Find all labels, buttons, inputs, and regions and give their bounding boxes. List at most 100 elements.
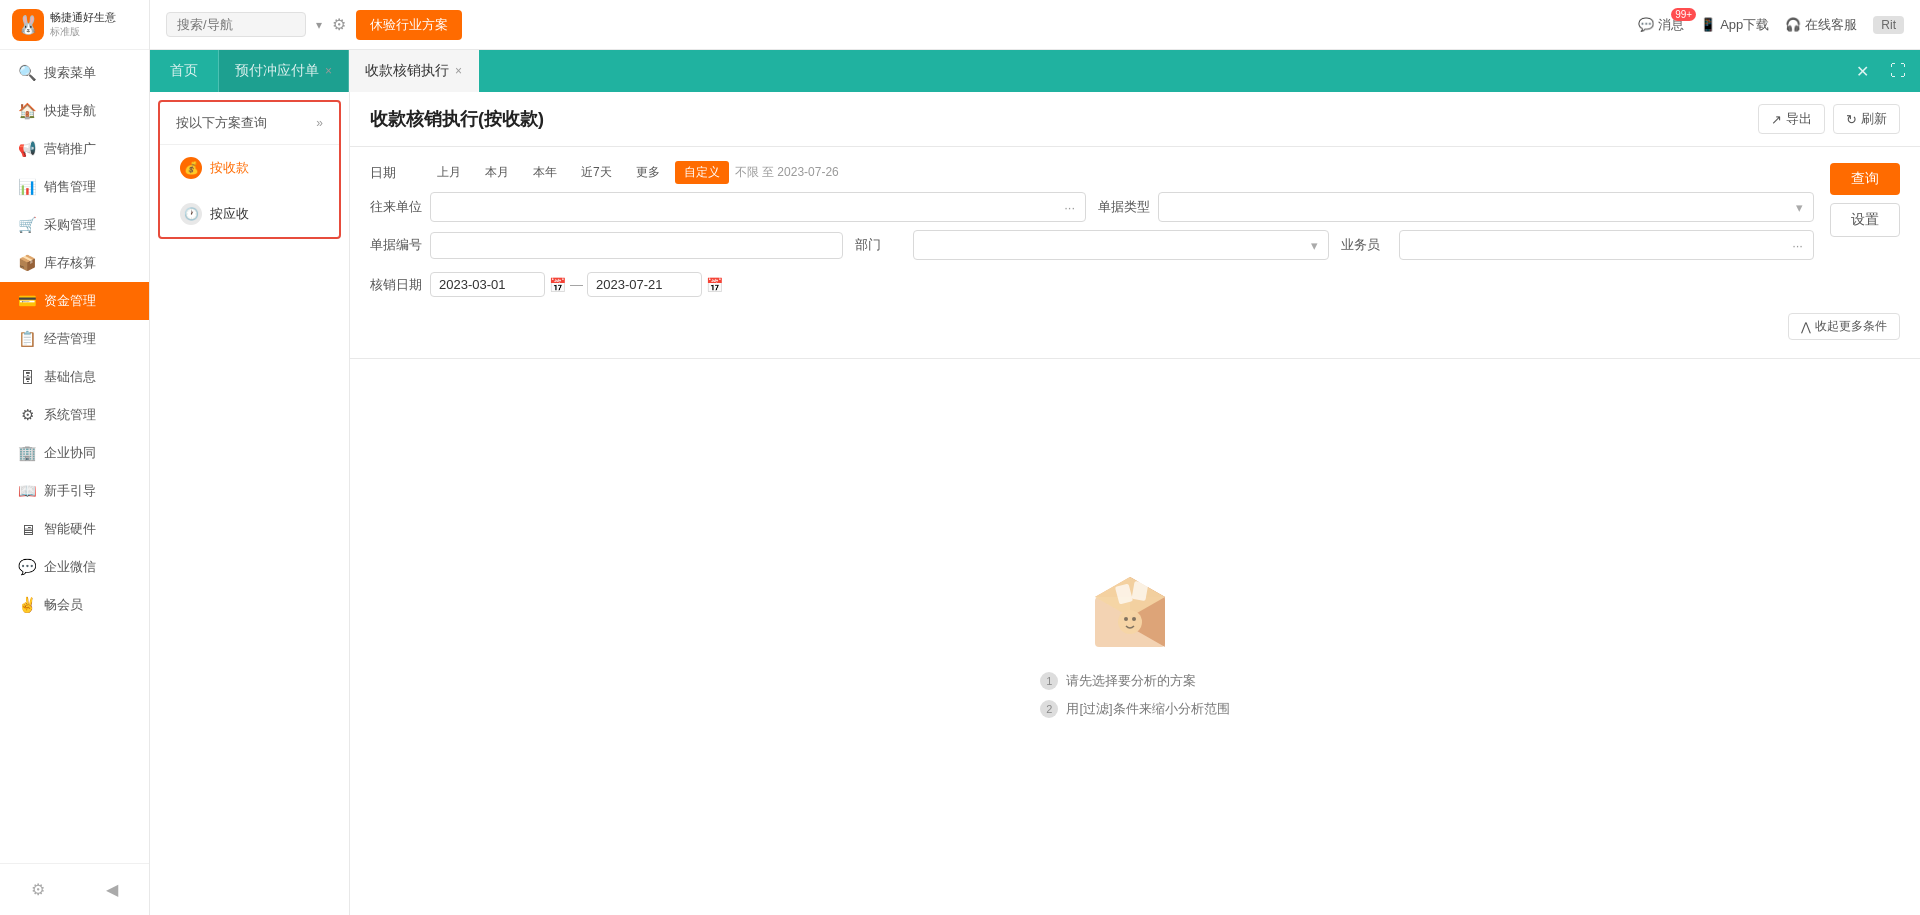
search-input[interactable] (166, 12, 306, 37)
sidebar-item-label: 快捷导航 (44, 102, 96, 120)
collapse-label: 收起更多条件 (1815, 318, 1887, 335)
filter-collapse-icon[interactable]: » (316, 116, 323, 130)
sidebar-item-finance[interactable]: 💳 资金管理 (0, 282, 149, 320)
sidebar-item-basic-info[interactable]: 🗄 基础信息 (0, 358, 149, 396)
sidebar-item-search[interactable]: 🔍 搜索菜单 (0, 54, 149, 92)
filter-panel: 按以下方案查询 » 💰 按收款 🕐 按应收 (158, 100, 341, 239)
verify-date-end-input[interactable] (587, 272, 702, 297)
sidebar-item-guide[interactable]: 📖 新手引导 (0, 472, 149, 510)
sidebar-item-vip[interactable]: ✌ 畅会员 (0, 586, 149, 624)
tab-receipt-close[interactable]: × (455, 64, 462, 78)
tab-home[interactable]: 首页 (150, 50, 219, 92)
sidebar-item-system[interactable]: ⚙ 系统管理 (0, 396, 149, 434)
app-name: 畅捷通好生意 (50, 10, 116, 24)
sidebar-item-label: 库存核算 (44, 254, 96, 272)
tabbar-actions: ✕ ⛶ (1848, 57, 1912, 85)
svg-point-4 (1118, 610, 1142, 634)
export-icon: ↗ (1771, 112, 1782, 127)
refresh-button[interactable]: ↻ 刷新 (1833, 104, 1900, 134)
dept-label: 部门 (855, 236, 905, 254)
svg-point-6 (1132, 617, 1136, 621)
empty-state: 1 请先选择要分析的方案 2 用[过滤]条件来缩小分析范围 (350, 359, 1920, 915)
date-buttons-group: 上月 本月 本年 近7天 更多 自定义 不限 至 2023-07-26 (428, 161, 839, 184)
date-btn-last-month[interactable]: 上月 (428, 161, 470, 184)
topbar-right: 💬 消息 99+ 📱 App下载 🎧 在线客服 Rit (1638, 16, 1904, 34)
sidebar-item-purchase[interactable]: 🛒 采购管理 (0, 206, 149, 244)
doc-no-field: 单据编号 (370, 232, 843, 259)
collapse-conditions-btn[interactable]: ⋀ 收起更多条件 (1788, 313, 1900, 340)
basic-info-icon: 🗄 (18, 369, 36, 386)
finance-icon: 💳 (18, 292, 36, 310)
tabbar: 首页 预付冲应付单 × 收款核销执行 × ✕ ⛶ (150, 50, 1920, 92)
gear-icon[interactable]: ⚙ (332, 15, 346, 34)
filter-option-label: 按应收 (210, 205, 249, 223)
close-tab-btn[interactable]: ✕ (1848, 57, 1876, 85)
sidebar-item-label: 搜索菜单 (44, 64, 96, 82)
tab-receipt-verify[interactable]: 收款核销执行 × (349, 50, 479, 92)
solution-button[interactable]: 休验行业方案 (356, 10, 462, 40)
sidebar-item-label: 企业协同 (44, 444, 96, 462)
date-btn-custom[interactable]: 自定义 (675, 161, 729, 184)
maximize-tab-btn[interactable]: ⛶ (1884, 57, 1912, 85)
calendar-end-icon[interactable]: 📅 (706, 277, 723, 293)
chevron-down-icon[interactable]: ▾ (1796, 200, 1803, 215)
sidebar-item-wechat[interactable]: 💬 企业微信 (0, 548, 149, 586)
filter-option-by-receipt[interactable]: 💰 按收款 (160, 145, 339, 191)
query-button[interactable]: 查询 (1830, 163, 1900, 195)
settings-query-button[interactable]: 设置 (1830, 203, 1900, 237)
hint-num-1: 1 (1040, 672, 1058, 690)
search-icon: 🔍 (18, 64, 36, 82)
verify-date-start-input[interactable] (430, 272, 545, 297)
tab-prepay-close[interactable]: × (325, 64, 332, 78)
staff-dots-icon[interactable]: ··· (1792, 238, 1803, 253)
filter-title-text: 按以下方案查询 (176, 114, 267, 132)
dept-select[interactable]: ▾ (913, 230, 1328, 260)
sidebar-item-label: 采购管理 (44, 216, 96, 234)
topbar-left: ▾ ⚙ 休验行业方案 (166, 10, 462, 40)
receivable-icon: 🕐 (180, 203, 202, 225)
customer-service-btn[interactable]: 🎧 在线客服 (1785, 16, 1857, 34)
settings-bottom-btn[interactable]: ⚙ (23, 872, 53, 907)
sidebar-item-label: 经营管理 (44, 330, 96, 348)
sidebar-item-inventory[interactable]: 📦 库存核算 (0, 244, 149, 282)
app-sub: 标准版 (50, 25, 116, 39)
staff-select[interactable]: ··· (1399, 230, 1814, 260)
counterpart-dots-icon[interactable]: ··· (1064, 200, 1075, 215)
app-download-label: App下载 (1720, 16, 1769, 34)
sidebar-item-hardware[interactable]: 🖥 智能硬件 (0, 510, 149, 548)
sidebar-item-quick-nav[interactable]: 🏠 快捷导航 (0, 92, 149, 130)
content-area: 按以下方案查询 » 💰 按收款 🕐 按应收 收款核销执行(按收款) (150, 92, 1920, 915)
page-title: 收款核销执行(按收款) (370, 107, 544, 143)
user-avatar[interactable]: Rit (1873, 16, 1904, 34)
download-icon: 📱 (1700, 17, 1716, 32)
chevron-down-icon[interactable]: ▾ (1311, 238, 1318, 253)
staff-label: 业务员 (1341, 236, 1391, 254)
counterpart-select[interactable]: ··· (430, 192, 1086, 222)
app-logo: 🐰 畅捷通好生意 标准版 (0, 0, 149, 50)
app-download-btn[interactable]: 📱 App下载 (1700, 16, 1769, 34)
message-badge: 99+ (1671, 8, 1696, 21)
chevron-down-icon[interactable]: ▾ (316, 18, 322, 32)
system-icon: ⚙ (18, 406, 36, 424)
hint-text-1: 请先选择要分析的方案 (1066, 672, 1196, 690)
message-btn[interactable]: 💬 消息 99+ (1638, 16, 1684, 34)
tab-prepay[interactable]: 预付冲应付单 × (219, 50, 349, 92)
date-btn-7days[interactable]: 近7天 (572, 161, 621, 184)
date-btn-more[interactable]: 更多 (627, 161, 669, 184)
sidebar-item-sales[interactable]: 📊 销售管理 (0, 168, 149, 206)
doc-no-input[interactable] (430, 232, 843, 259)
sidebar-item-label: 营销推广 (44, 140, 96, 158)
sidebar-item-marketing[interactable]: 📢 营销推广 (0, 130, 149, 168)
date-btn-this-year[interactable]: 本年 (524, 161, 566, 184)
sidebar-item-operations[interactable]: 📋 经营管理 (0, 320, 149, 358)
filter-option-by-receivable[interactable]: 🕐 按应收 (160, 191, 339, 237)
main-content: 收款核销执行(按收款) ↗ 导出 ↻ 刷新 (350, 92, 1920, 915)
date-btn-this-month[interactable]: 本月 (476, 161, 518, 184)
calendar-start-icon[interactable]: 📅 (549, 277, 566, 293)
export-button[interactable]: ↗ 导出 (1758, 104, 1825, 134)
sidebar-item-enterprise[interactable]: 🏢 企业协同 (0, 434, 149, 472)
hardware-icon: 🖥 (18, 521, 36, 538)
collapse-sidebar-btn[interactable]: ◀ (98, 872, 126, 907)
export-label: 导出 (1786, 110, 1812, 128)
doc-type-select[interactable]: ▾ (1158, 192, 1814, 222)
